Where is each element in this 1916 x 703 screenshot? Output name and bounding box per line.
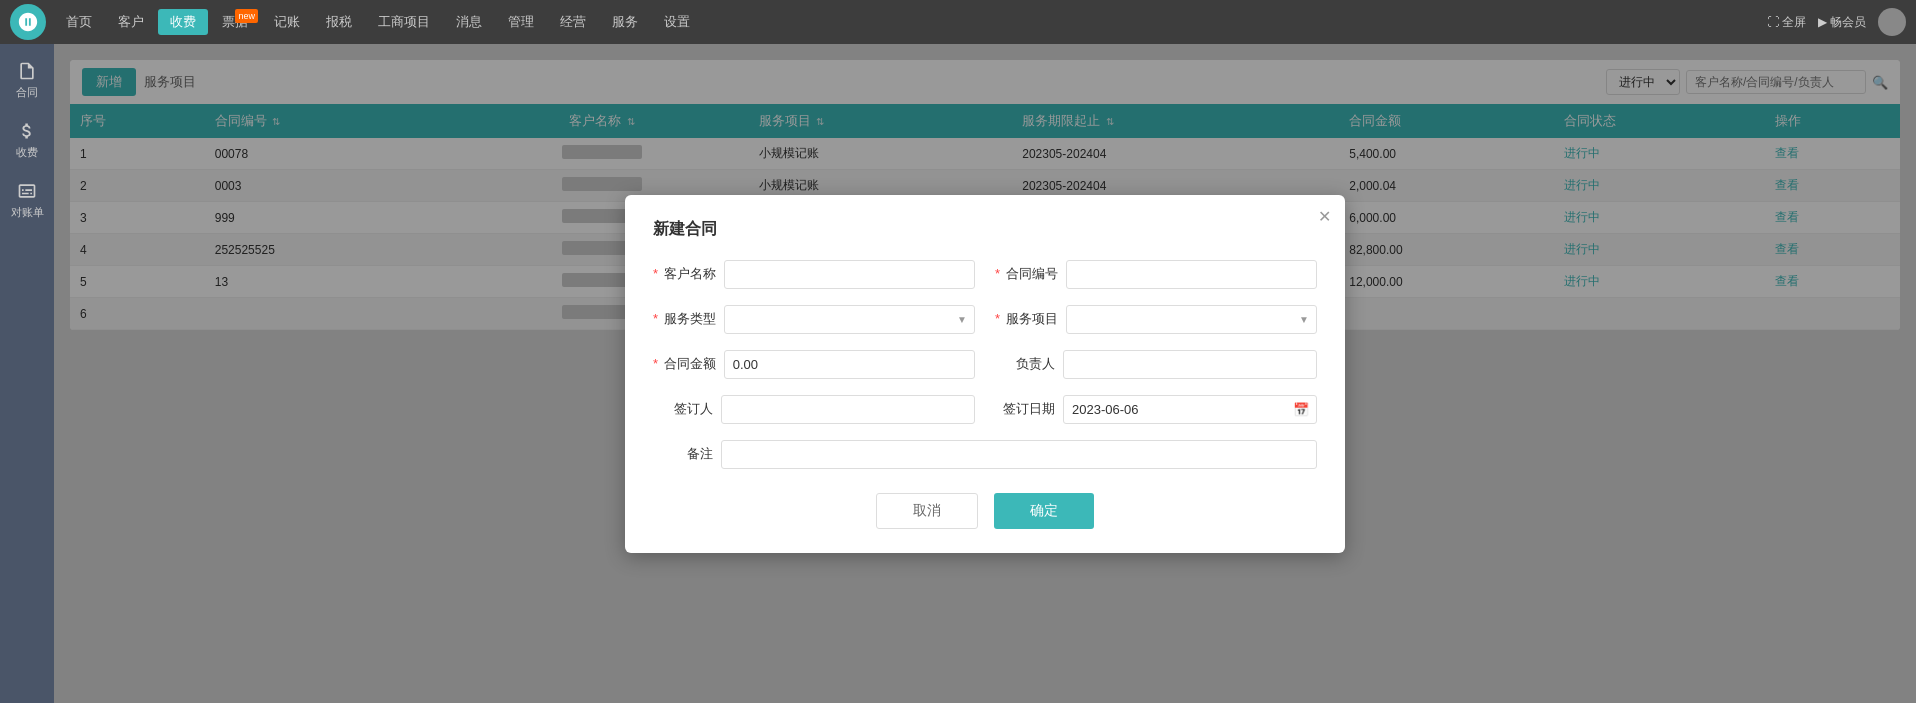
nav-fee[interactable]: 收费 — [158, 9, 208, 35]
form-group-sign-date: 签订日期 📅 — [995, 395, 1317, 424]
new-contract-modal: ✕ 新建合同 * 客户名称 * 合同编号 — [625, 195, 1345, 553]
modal-close-button[interactable]: ✕ — [1318, 207, 1331, 226]
form-row-3: * 合同金额 负责人 — [653, 350, 1317, 379]
contract-no-input[interactable] — [1066, 260, 1317, 289]
service-item-wrapper: ▼ — [1066, 305, 1317, 334]
nav-business[interactable]: 工商项目 — [366, 9, 442, 35]
form-group-customer: * 客户名称 — [653, 260, 975, 289]
nav-manage[interactable]: 管理 — [496, 9, 546, 35]
signer-label: 签订人 — [653, 400, 713, 418]
logo[interactable] — [10, 4, 46, 40]
service-item-label: * 服务项目 — [995, 310, 1058, 328]
form-row-4: 签订人 签订日期 📅 — [653, 395, 1317, 424]
form-group-amount: * 合同金额 — [653, 350, 975, 379]
nav-service[interactable]: 服务 — [600, 9, 650, 35]
calendar-icon[interactable]: 📅 — [1293, 402, 1309, 417]
sidebar: 合同 收费 对账单 — [0, 44, 54, 703]
service-type-label: * 服务类型 — [653, 310, 716, 328]
modal-title: 新建合同 — [653, 219, 1317, 240]
content-area: 新增 服务项目 进行中 已完成 已终止 🔍 序号 合同编 — [54, 44, 1916, 703]
nav-settings[interactable]: 设置 — [652, 9, 702, 35]
service-item-select[interactable] — [1066, 305, 1317, 334]
nav-operate[interactable]: 经营 — [548, 9, 598, 35]
form-group-service-type: * 服务类型 ▼ — [653, 305, 975, 334]
main-layout: 合同 收费 对账单 新增 服务项目 — [0, 44, 1916, 703]
modal-overlay: ✕ 新建合同 * 客户名称 * 合同编号 — [54, 44, 1916, 703]
remarks-label: 备注 — [653, 445, 713, 463]
sign-date-label: 签订日期 — [995, 400, 1055, 418]
remarks-input[interactable] — [721, 440, 1317, 469]
form-group-signer: 签订人 — [653, 395, 975, 424]
form-row-2: * 服务类型 ▼ * 服务项目 — [653, 305, 1317, 334]
customer-name-input[interactable] — [724, 260, 975, 289]
sidebar-item-contract[interactable]: 合同 — [3, 52, 51, 108]
nav-right: ⛶ 全屏 ▶ 畅会员 — [1767, 8, 1906, 36]
contract-amount-input[interactable] — [724, 350, 975, 379]
sign-date-wrapper: 📅 — [1063, 395, 1317, 424]
nav-message[interactable]: 消息 — [444, 9, 494, 35]
fee-icon — [16, 120, 38, 142]
sign-date-input[interactable] — [1063, 395, 1317, 424]
service-type-wrapper: ▼ — [724, 305, 975, 334]
sidebar-item-reconcile[interactable]: 对账单 — [3, 172, 51, 228]
form-row-5: 备注 — [653, 440, 1317, 469]
new-badge: new — [235, 9, 258, 23]
form-group-service-item: * 服务项目 ▼ — [995, 305, 1317, 334]
responsible-label: 负责人 — [995, 355, 1055, 373]
customer-label: * 客户名称 — [653, 265, 716, 283]
contractno-label: * 合同编号 — [995, 265, 1058, 283]
member-button[interactable]: ▶ 畅会员 — [1818, 14, 1866, 31]
nav-items: 首页 客户 收费 票据 new 记账 报税 工商项目 消息 管理 经营 服务 设… — [54, 9, 1767, 35]
confirm-button[interactable]: 确定 — [994, 493, 1094, 529]
nav-home[interactable]: 首页 — [54, 9, 104, 35]
cancel-button[interactable]: 取消 — [876, 493, 978, 529]
fullscreen-button[interactable]: ⛶ 全屏 — [1767, 14, 1806, 31]
nav-bill[interactable]: 票据 new — [210, 9, 260, 35]
nav-tax[interactable]: 报税 — [314, 9, 364, 35]
form-group-responsible: 负责人 — [995, 350, 1317, 379]
avatar[interactable] — [1878, 8, 1906, 36]
member-icon: ▶ — [1818, 15, 1827, 29]
form-row-1: * 客户名称 * 合同编号 — [653, 260, 1317, 289]
modal-footer: 取消 确定 — [653, 493, 1317, 529]
sidebar-item-fee[interactable]: 收费 — [3, 112, 51, 168]
signer-input[interactable] — [721, 395, 975, 424]
form-group-contractno: * 合同编号 — [995, 260, 1317, 289]
nav-account[interactable]: 记账 — [262, 9, 312, 35]
form-group-remarks: 备注 — [653, 440, 1317, 469]
fullscreen-icon: ⛶ — [1767, 15, 1779, 29]
amount-label: * 合同金额 — [653, 355, 716, 373]
responsible-input[interactable] — [1063, 350, 1317, 379]
service-type-select[interactable] — [724, 305, 975, 334]
contract-icon — [16, 60, 38, 82]
nav-client[interactable]: 客户 — [106, 9, 156, 35]
top-nav: 首页 客户 收费 票据 new 记账 报税 工商项目 消息 管理 经营 服务 设… — [0, 0, 1916, 44]
reconcile-icon — [16, 180, 38, 202]
